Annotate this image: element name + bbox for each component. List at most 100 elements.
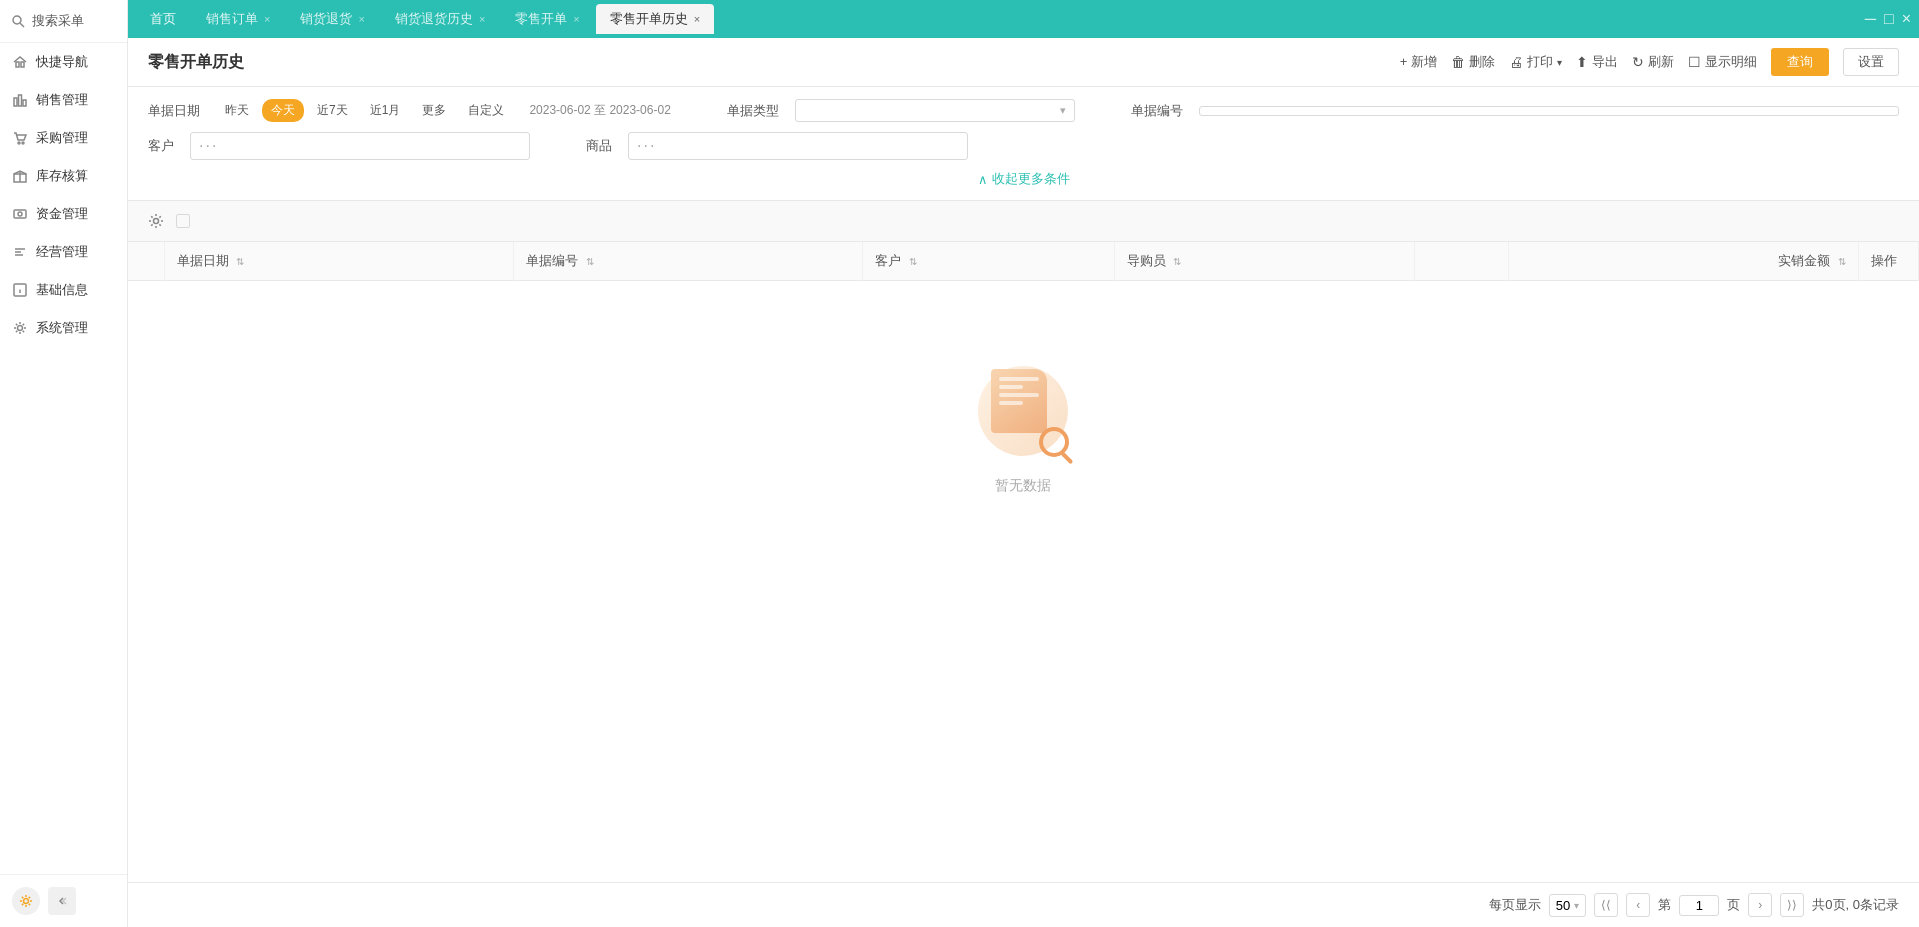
th-guide[interactable]: 导购员 ⇅ (1114, 242, 1414, 281)
window-minimize[interactable]: ─ (1865, 10, 1876, 28)
settings-icon (12, 320, 28, 336)
magnifier-icon (1039, 427, 1069, 457)
svg-point-7 (18, 142, 20, 144)
sidebar-item-finance[interactable]: 资金管理 (0, 195, 127, 233)
select-all-checkbox[interactable] (176, 214, 190, 228)
date-btn-7days[interactable]: 近7天 (308, 99, 357, 122)
tab-sales-order[interactable]: 销售订单 × (192, 4, 284, 34)
sidebar-search[interactable]: 搜索采单 (0, 0, 127, 43)
display-detail-button[interactable]: ☐ 显示明细 (1688, 53, 1757, 71)
customer-input[interactable]: ··· (190, 132, 530, 160)
header-actions: + 新增 🗑 删除 🖨 打印 ▾ ⬆ 导出 ↻ 刷新 ☐ 显示明细 (1400, 48, 1899, 76)
goods-filter-label: 商品 (586, 137, 612, 155)
date-btn-1month[interactable]: 近1月 (361, 99, 410, 122)
tab-sales-return-close[interactable]: × (358, 13, 364, 25)
per-page-select[interactable]: 50 ▾ (1549, 894, 1586, 917)
print-dropdown-icon[interactable]: ▾ (1557, 57, 1562, 68)
date-btn-custom[interactable]: 自定义 (459, 99, 513, 122)
sidebar-item-inventory[interactable]: 库存核算 (0, 157, 127, 195)
sidebar-item-label: 基础信息 (36, 281, 88, 299)
first-page-button[interactable]: ⟨⟨ (1594, 893, 1618, 917)
sidebar-item-quick-nav[interactable]: 快捷导航 (0, 43, 127, 81)
th-amount[interactable]: 实销金额 ⇅ (1509, 242, 1859, 281)
doc-line-2 (999, 385, 1023, 389)
refresh-icon: ↻ (1632, 54, 1644, 70)
sort-customer-icon[interactable]: ⇅ (909, 256, 917, 267)
type-filter-label: 单据类型 (727, 102, 779, 120)
add-button[interactable]: + 新增 (1400, 53, 1437, 71)
tab-sales-return-history-label: 销货退货历史 (395, 10, 473, 28)
home-icon (12, 54, 28, 70)
sidebar-item-sales-mgmt[interactable]: 销售管理 (0, 81, 127, 119)
doc-line-3 (999, 393, 1039, 397)
tab-retail-open-close[interactable]: × (573, 13, 579, 25)
date-btn-today[interactable]: 今天 (262, 99, 304, 122)
tab-sales-return[interactable]: 销货退货 × (286, 4, 378, 34)
svg-point-0 (13, 16, 21, 24)
sidebar-item-purchase-mgmt[interactable]: 采购管理 (0, 119, 127, 157)
sort-guide-icon[interactable]: ⇅ (1173, 256, 1181, 267)
print-button[interactable]: 🖨 打印 ▾ (1509, 53, 1562, 71)
th-customer[interactable]: 客户 ⇅ (863, 242, 1114, 281)
total-info: 共0页, 0条记录 (1812, 896, 1899, 914)
svg-point-18 (154, 219, 159, 224)
th-number[interactable]: 单据编号 ⇅ (513, 242, 862, 281)
sort-amount-icon[interactable]: ⇅ (1838, 256, 1846, 267)
tab-retail-open-history[interactable]: 零售开单历史 × (596, 4, 714, 34)
doc-line-1 (999, 377, 1039, 381)
date-btn-more[interactable]: 更多 (413, 99, 455, 122)
page-header: 零售开单历史 + 新增 🗑 删除 🖨 打印 ▾ ⬆ 导出 ↻ 刷新 (128, 38, 1919, 87)
last-page-button[interactable]: ⟩⟩ (1780, 893, 1804, 917)
th-date[interactable]: 单据日期 ⇅ (164, 242, 513, 281)
cart-icon (12, 130, 28, 146)
date-btn-yesterday[interactable]: 昨天 (216, 99, 258, 122)
collapse-conditions[interactable]: ∧ 收起更多条件 (148, 170, 1899, 188)
tabbar: 首页 销售订单 × 销货退货 × 销货退货历史 × 零售开单 × 零售开单历史 … (128, 0, 1919, 38)
table-settings-icon[interactable] (144, 209, 168, 233)
tab-sales-return-history[interactable]: 销货退货历史 × (381, 4, 499, 34)
svg-rect-6 (23, 100, 26, 106)
sidebar-item-label: 库存核算 (36, 167, 88, 185)
type-select[interactable]: ▾ (795, 99, 1075, 122)
table-wrapper: 单据日期 ⇅ 单据编号 ⇅ 客户 ⇅ 导购员 ⇅ (128, 242, 1919, 882)
sidebar-item-label: 系统管理 (36, 319, 88, 337)
settings-button[interactable]: 设置 (1843, 48, 1899, 76)
tab-retail-open[interactable]: 零售开单 × (501, 4, 593, 34)
svg-point-8 (22, 142, 24, 144)
tab-retail-open-history-close[interactable]: × (694, 13, 700, 25)
goods-input[interactable]: ··· (628, 132, 968, 160)
next-page-button[interactable]: › (1748, 893, 1772, 917)
window-maximize[interactable]: □ (1884, 10, 1894, 28)
sidebar-item-label: 经营管理 (36, 243, 88, 261)
refresh-button[interactable]: ↻ 刷新 (1632, 53, 1674, 71)
delete-button[interactable]: 🗑 删除 (1451, 53, 1495, 71)
date-range: 2023-06-02 至 2023-06-02 (529, 102, 670, 119)
tab-home[interactable]: 首页 (136, 4, 190, 34)
sidebar-item-operation[interactable]: 经营管理 (0, 233, 127, 271)
prev-page-button[interactable]: ‹ (1626, 893, 1650, 917)
gear-button[interactable] (12, 887, 40, 915)
current-page-input[interactable] (1679, 895, 1719, 916)
per-page-label: 每页显示 (1489, 896, 1541, 914)
sort-date-icon[interactable]: ⇅ (236, 256, 244, 267)
sidebar-item-base-info[interactable]: 基础信息 (0, 271, 127, 309)
filter-row-1: 单据日期 昨天 今天 近7天 近1月 更多 自定义 2023-06-02 至 2… (148, 99, 1899, 122)
svg-line-1 (20, 23, 24, 27)
number-input[interactable] (1199, 106, 1899, 116)
refresh-label: 刷新 (1648, 53, 1674, 71)
sidebar-item-label: 资金管理 (36, 205, 88, 223)
query-button[interactable]: 查询 (1771, 48, 1829, 76)
sort-number-icon[interactable]: ⇅ (586, 256, 594, 267)
tab-sales-order-label: 销售订单 (206, 10, 258, 28)
sidebar-item-label: 快捷导航 (36, 53, 88, 71)
print-icon: 🖨 (1509, 54, 1523, 70)
collapse-sidebar-button[interactable] (48, 887, 76, 915)
sidebar-item-sys-mgmt[interactable]: 系统管理 (0, 309, 127, 347)
svg-rect-2 (16, 62, 19, 67)
window-close[interactable]: × (1902, 10, 1911, 28)
tab-sales-return-history-close[interactable]: × (479, 13, 485, 25)
th-customer-label: 客户 (875, 253, 901, 268)
tab-sales-order-close[interactable]: × (264, 13, 270, 25)
export-button[interactable]: ⬆ 导出 (1576, 53, 1618, 71)
tabbar-right: ─ □ × (1865, 10, 1911, 28)
